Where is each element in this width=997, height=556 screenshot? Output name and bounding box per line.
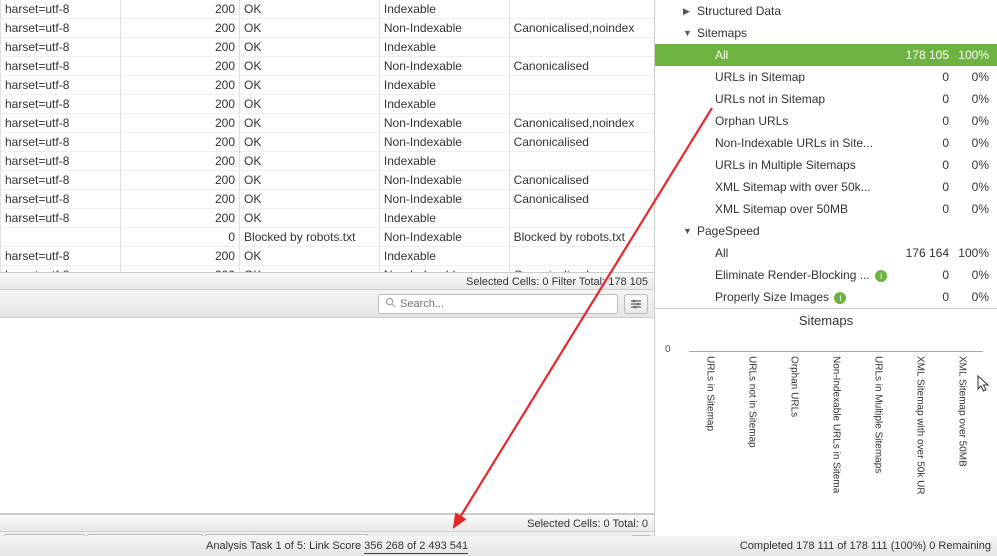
analysis-task-status: Analysis Task 1 of 5: Link Score 356 268… bbox=[206, 540, 468, 552]
overview-tree[interactable]: ▶Structured Data▼SitemapsAll178 105100%U… bbox=[655, 0, 997, 308]
details-status-bar: Selected Cells: 0 Total: 0 bbox=[0, 514, 654, 532]
x-axis-label: XML Sitemap over 50MB bbox=[957, 352, 968, 495]
table-row[interactable]: 0Blocked by robots.txtNon-IndexableBlock… bbox=[1, 228, 655, 247]
tree-item-label: Sitemaps bbox=[695, 26, 893, 40]
expand-icon: ▼ bbox=[683, 226, 695, 236]
tree-item-label: XML Sitemap with over 50k... bbox=[713, 180, 893, 194]
x-axis-label: URLs in Multiple Sitemaps bbox=[873, 352, 884, 495]
info-icon: i bbox=[834, 292, 846, 304]
x-axis-label: XML Sitemap with over 50k UR bbox=[915, 352, 926, 495]
sitemaps-chart: 0 URLs in Sitemap URLs not in Sitemap Orph… bbox=[655, 332, 997, 542]
table-row[interactable]: harset=utf-8200OKNon-IndexableCanonicali… bbox=[1, 114, 655, 133]
x-axis-label: Non-Indexable URLs in Sitema bbox=[831, 352, 842, 495]
tree-item-count: 178 105 bbox=[893, 48, 955, 62]
table-row[interactable]: harset=utf-8200OKNon-IndexableCanonicali… bbox=[1, 57, 655, 76]
main-table[interactable]: harset=utf-8200OKIndexableharset=utf-820… bbox=[0, 0, 654, 272]
tree-item[interactable]: Eliminate Render-Blocking ... i00% bbox=[655, 264, 997, 286]
tree-item-percent: 0% bbox=[955, 268, 997, 282]
search-input[interactable] bbox=[400, 298, 611, 310]
tree-item[interactable]: Orphan URLs00% bbox=[655, 110, 997, 132]
tree-item-label: All bbox=[713, 48, 893, 62]
table-row[interactable]: harset=utf-8200OKIndexable bbox=[1, 38, 655, 57]
chart-title: Sitemaps bbox=[655, 309, 997, 332]
tree-item-percent: 0% bbox=[955, 136, 997, 150]
search-box[interactable] bbox=[378, 294, 618, 314]
tree-item-label: PageSpeed bbox=[695, 224, 893, 238]
tree-item-count: 0 bbox=[893, 136, 955, 150]
details-area bbox=[0, 318, 654, 514]
tree-item-label: All bbox=[713, 246, 893, 260]
tree-item-percent: 0% bbox=[955, 180, 997, 194]
tree-item-percent: 100% bbox=[955, 48, 997, 62]
tree-item-count: 0 bbox=[893, 92, 955, 106]
table-row[interactable]: harset=utf-8200OKNon-IndexableCanonicali… bbox=[1, 190, 655, 209]
bottom-status-bar: Analysis Task 1 of 5: Link Score 356 268… bbox=[0, 536, 997, 556]
table-row[interactable]: harset=utf-8200OKNon-IndexableCanonicali… bbox=[1, 133, 655, 152]
tree-item-label: Properly Size Images i bbox=[713, 290, 893, 304]
tree-item-label: Eliminate Render-Blocking ... i bbox=[713, 268, 893, 282]
tree-item[interactable]: XML Sitemap over 50MB00% bbox=[655, 198, 997, 220]
x-axis-label: URLs not in Sitemap bbox=[747, 352, 758, 495]
tree-item-label: Orphan URLs bbox=[713, 114, 893, 128]
tree-item-percent: 0% bbox=[955, 290, 997, 304]
tree-item-percent: 0% bbox=[955, 202, 997, 216]
table-row[interactable]: harset=utf-8200OKIndexable bbox=[1, 247, 655, 266]
tree-item-label: URLs in Sitemap bbox=[713, 70, 893, 84]
tree-item-count: 0 bbox=[893, 70, 955, 84]
tree-item-percent: 0% bbox=[955, 70, 997, 84]
table-row[interactable]: harset=utf-8200OKNon-IndexableCanonicali… bbox=[1, 171, 655, 190]
tree-item[interactable]: ▶Structured Data bbox=[655, 0, 997, 22]
tree-item-label: URLs in Multiple Sitemaps bbox=[713, 158, 893, 172]
right-panel: ▶Structured Data▼SitemapsAll178 105100%U… bbox=[655, 0, 997, 556]
tree-item-label: URLs not in Sitemap bbox=[713, 92, 893, 106]
tree-item-count: 176 164 bbox=[893, 246, 955, 260]
tree-item[interactable]: ▼Sitemaps bbox=[655, 22, 997, 44]
tree-item-percent: 0% bbox=[955, 92, 997, 106]
tree-item[interactable]: All178 105100% bbox=[655, 44, 997, 66]
left-panel: harset=utf-8200OKIndexableharset=utf-820… bbox=[0, 0, 655, 556]
tree-item-percent: 0% bbox=[955, 158, 997, 172]
tree-item-label: Non-Indexable URLs in Site... bbox=[713, 136, 893, 150]
tree-item-count: 0 bbox=[893, 202, 955, 216]
search-icon bbox=[385, 297, 396, 311]
table-row[interactable]: harset=utf-8200OKNon-IndexableCanonicali… bbox=[1, 19, 655, 38]
tree-item[interactable]: URLs in Multiple Sitemaps00% bbox=[655, 154, 997, 176]
filter-status-bar: Selected Cells: 0 Filter Total: 178 105 bbox=[0, 272, 654, 290]
tree-item[interactable]: URLs in Sitemap00% bbox=[655, 66, 997, 88]
x-axis-label: Orphan URLs bbox=[789, 352, 800, 495]
info-icon: i bbox=[875, 270, 887, 282]
table-row[interactable]: harset=utf-8200OKIndexable bbox=[1, 95, 655, 114]
expand-icon: ▶ bbox=[683, 6, 695, 17]
expand-icon: ▼ bbox=[683, 28, 695, 38]
tree-item-label: Structured Data bbox=[695, 4, 893, 18]
tree-item[interactable]: Properly Size Images i00% bbox=[655, 286, 997, 308]
tree-item-count: 0 bbox=[893, 114, 955, 128]
tree-item-label: XML Sitemap over 50MB bbox=[713, 202, 893, 216]
table-row[interactable]: harset=utf-8200OKIndexable bbox=[1, 209, 655, 228]
tree-item-count: 0 bbox=[893, 158, 955, 172]
tree-item[interactable]: All176 164100% bbox=[655, 242, 997, 264]
tree-item-percent: 100% bbox=[955, 246, 997, 260]
tree-item-count: 0 bbox=[893, 268, 955, 282]
table-row[interactable]: harset=utf-8200OKIndexable bbox=[1, 152, 655, 171]
table-row[interactable]: harset=utf-8200OKIndexable bbox=[1, 76, 655, 95]
table-row[interactable]: harset=utf-8200OKIndexable bbox=[1, 0, 655, 19]
tree-item[interactable]: XML Sitemap with over 50k...00% bbox=[655, 176, 997, 198]
crawl-completed-status: Completed 178 111 of 178 111 (100%) 0 Re… bbox=[740, 540, 991, 552]
tree-item-count: 0 bbox=[893, 290, 955, 304]
table-row[interactable]: harset=utf-8200OKNon-IndexableCanonicali… bbox=[1, 266, 655, 273]
filter-button[interactable] bbox=[624, 294, 648, 314]
tree-item[interactable]: ▼PageSpeed bbox=[655, 220, 997, 242]
search-row bbox=[0, 290, 654, 318]
tree-item-count: 0 bbox=[893, 180, 955, 194]
tree-item[interactable]: URLs not in Sitemap00% bbox=[655, 88, 997, 110]
tree-item-percent: 0% bbox=[955, 114, 997, 128]
x-axis-label: URLs in Sitemap bbox=[705, 352, 716, 495]
y-tick-label: 0 bbox=[665, 344, 671, 355]
tree-item[interactable]: Non-Indexable URLs in Site...00% bbox=[655, 132, 997, 154]
